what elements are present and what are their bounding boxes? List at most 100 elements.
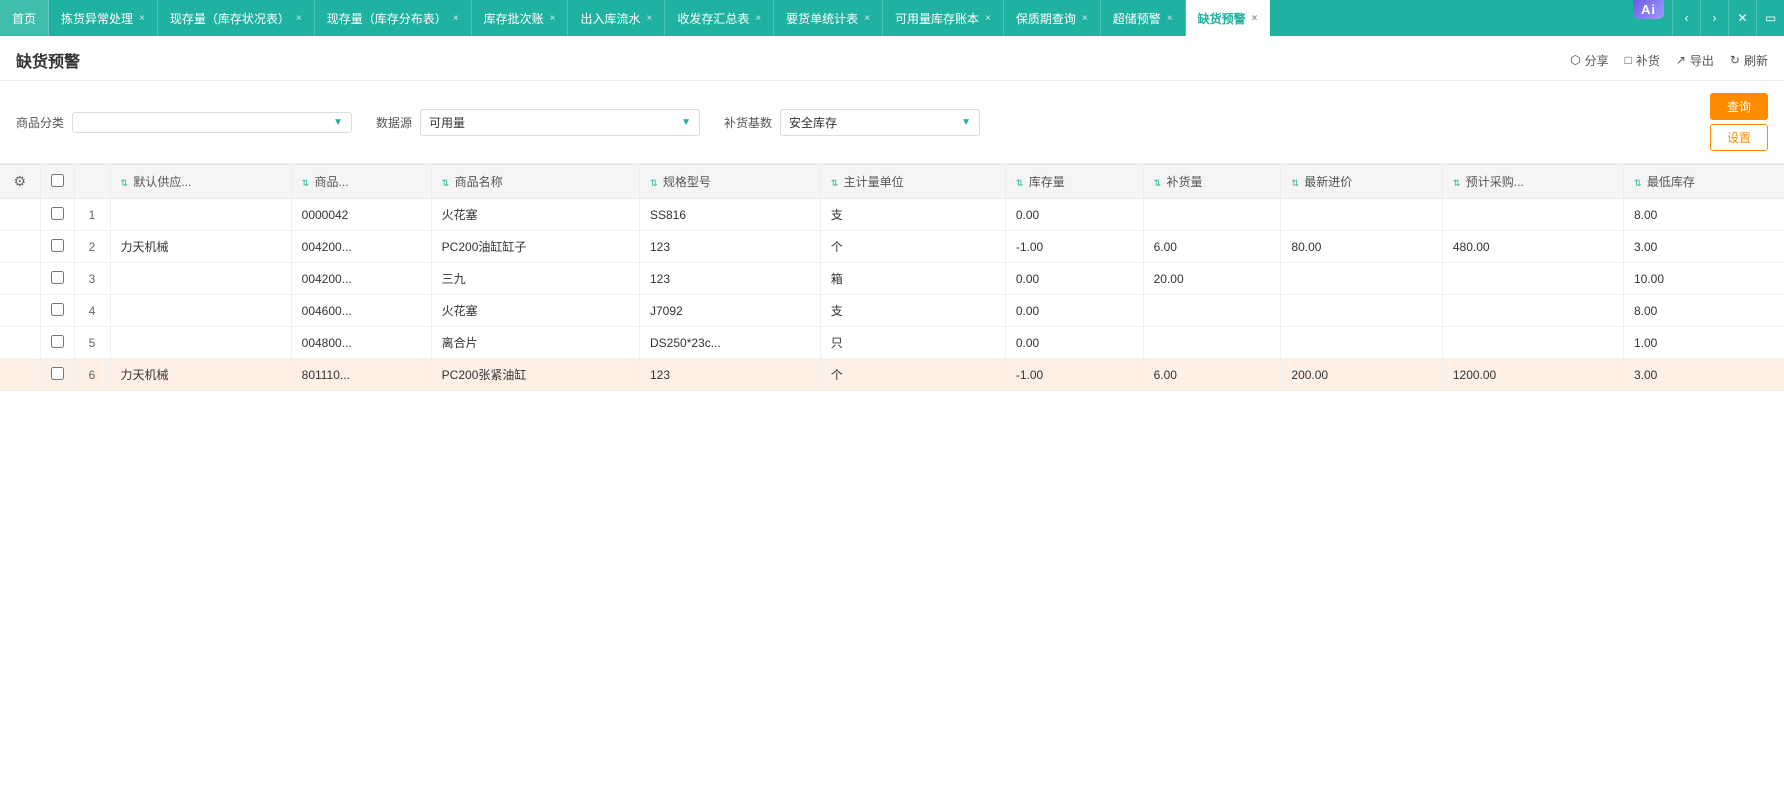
sort-icon-supplier: ⇅ bbox=[121, 178, 129, 188]
row-checkbox-1[interactable] bbox=[51, 239, 64, 252]
datasource-select[interactable]: 可用量 ▼ bbox=[420, 109, 700, 136]
tab-picking[interactable]: 拣货异常处理 × bbox=[49, 0, 158, 36]
row-estimated-purchase: 480.00 bbox=[1442, 231, 1623, 263]
th-settings[interactable]: ⚙ bbox=[0, 165, 40, 199]
row-spec: J7092 bbox=[640, 295, 821, 327]
row-spec: 123 bbox=[640, 263, 821, 295]
row-product-code: 801110... bbox=[291, 359, 431, 391]
tab-overstock[interactable]: 超储预警 × bbox=[1101, 0, 1186, 36]
th-supplement[interactable]: ⇅ 补货量 bbox=[1143, 165, 1281, 199]
tab-close-available[interactable]: × bbox=[985, 13, 991, 24]
tab-close-overstock[interactable]: × bbox=[1167, 13, 1173, 24]
replenishment-label: 补货基数 bbox=[724, 114, 772, 131]
supplement-button[interactable]: □ 补货 bbox=[1625, 52, 1660, 69]
sort-icon-stock: ⇅ bbox=[1016, 178, 1024, 188]
row-product-code: 0000042 bbox=[291, 199, 431, 231]
tab-close-expiry[interactable]: × bbox=[1082, 13, 1088, 24]
row-product-name: 三九 bbox=[431, 263, 639, 295]
th-spec[interactable]: ⇅ 规格型号 bbox=[640, 165, 821, 199]
row-supplement: 6.00 bbox=[1143, 231, 1281, 263]
th-min-stock[interactable]: ⇅ 最低库存 bbox=[1623, 165, 1784, 199]
row-stock: 0.00 bbox=[1005, 295, 1143, 327]
sort-icon-supplement: ⇅ bbox=[1154, 178, 1162, 188]
tab-scroll-right[interactable]: › bbox=[1700, 0, 1728, 36]
ai-badge[interactable]: Ai bbox=[1633, 0, 1664, 19]
tab-summary[interactable]: 收发存汇总表 × bbox=[665, 0, 774, 36]
th-product-name[interactable]: ⇅ 商品名称 bbox=[431, 165, 639, 199]
select-all-checkbox[interactable] bbox=[51, 174, 64, 187]
data-table: ⚙ ⇅ 默认供应... ⇅ 商品... ⇅ bbox=[0, 164, 1784, 391]
tab-maximize[interactable]: ▭ bbox=[1756, 0, 1784, 36]
tab-close-requisition[interactable]: × bbox=[864, 13, 870, 24]
th-product-code[interactable]: ⇅ 商品... bbox=[291, 165, 431, 199]
tab-home[interactable]: 首页 bbox=[0, 0, 49, 36]
export-icon: ↗ bbox=[1676, 53, 1686, 67]
share-button[interactable]: ⬡ 分享 bbox=[1570, 52, 1609, 69]
th-unit[interactable]: ⇅ 主计量单位 bbox=[820, 165, 1005, 199]
sort-icon-price: ⇅ bbox=[1291, 178, 1299, 188]
row-checkbox-3[interactable] bbox=[51, 303, 64, 316]
tab-inout[interactable]: 出入库流水 × bbox=[568, 0, 665, 36]
row-checkbox-2[interactable] bbox=[51, 271, 64, 284]
row-checkbox-5[interactable] bbox=[51, 367, 64, 380]
category-select[interactable]: ▼ bbox=[72, 112, 352, 133]
tab-scroll-left[interactable]: ‹ bbox=[1672, 0, 1700, 36]
row-supplement bbox=[1143, 327, 1281, 359]
row-settings-cell bbox=[0, 231, 40, 263]
filter-bar: 商品分类 ▼ 数据源 可用量 ▼ 补货基数 安全库存 ▼ 查询 设置 bbox=[0, 81, 1784, 164]
row-unit: 支 bbox=[820, 199, 1005, 231]
row-checkbox-cell bbox=[40, 199, 74, 231]
tab-close-stock-dist[interactable]: × bbox=[453, 13, 459, 24]
datasource-filter-group: 数据源 可用量 ▼ bbox=[376, 109, 700, 136]
tab-close-batch[interactable]: × bbox=[550, 13, 556, 24]
th-latest-price[interactable]: ⇅ 最新进价 bbox=[1281, 165, 1442, 199]
supplement-icon: □ bbox=[1625, 53, 1632, 67]
replenishment-arrow-icon: ▼ bbox=[961, 117, 971, 128]
share-icon: ⬡ bbox=[1570, 53, 1580, 67]
replenishment-value: 安全库存 bbox=[789, 114, 837, 131]
row-num: 6 bbox=[74, 359, 110, 391]
settings-button[interactable]: 设置 bbox=[1710, 124, 1768, 151]
row-product-name: 火花塞 bbox=[431, 199, 639, 231]
row-product-code: 004200... bbox=[291, 263, 431, 295]
row-supplier bbox=[110, 199, 291, 231]
tab-expiry[interactable]: 保质期查询 × bbox=[1004, 0, 1101, 36]
export-button[interactable]: ↗ 导出 bbox=[1676, 52, 1714, 69]
page-header: 缺货预警 ⬡ 分享 □ 补货 ↗ 导出 ↻ 刷新 bbox=[0, 36, 1784, 81]
refresh-button[interactable]: ↻ 刷新 bbox=[1730, 52, 1768, 69]
row-latest-price: 80.00 bbox=[1281, 231, 1442, 263]
tab-close-shortage[interactable]: × bbox=[1252, 13, 1258, 24]
th-stock[interactable]: ⇅ 库存量 bbox=[1005, 165, 1143, 199]
row-min-stock: 1.00 bbox=[1623, 327, 1784, 359]
tab-close-inout[interactable]: × bbox=[646, 13, 652, 24]
row-supplement: 6.00 bbox=[1143, 359, 1281, 391]
tab-shortage[interactable]: 缺货预警 × bbox=[1186, 0, 1271, 36]
table-row: 2 力天机械 004200... PC200油缸缸子 123 个 -1.00 6… bbox=[0, 231, 1784, 263]
tab-stock-status[interactable]: 现存量（库存状况表） × bbox=[158, 0, 315, 36]
tab-batch[interactable]: 库存批次账 × bbox=[472, 0, 569, 36]
row-checkbox-0[interactable] bbox=[51, 207, 64, 220]
row-latest-price bbox=[1281, 327, 1442, 359]
query-button[interactable]: 查询 bbox=[1710, 93, 1768, 120]
row-product-code: 004600... bbox=[291, 295, 431, 327]
datasource-arrow-icon: ▼ bbox=[681, 117, 691, 128]
settings-gear-icon[interactable]: ⚙ bbox=[13, 173, 26, 189]
tab-stock-dist[interactable]: 现存量（库存分布表） × bbox=[315, 0, 472, 36]
row-supplier: 力天机械 bbox=[110, 231, 291, 263]
row-checkbox-4[interactable] bbox=[51, 335, 64, 348]
sort-icon-name: ⇅ bbox=[442, 178, 450, 188]
sort-icon-min-stock: ⇅ bbox=[1634, 178, 1642, 188]
table-row: 5 004800... 离合片 DS250*23c... 只 0.00 1.00 bbox=[0, 327, 1784, 359]
tab-requisition[interactable]: 要货单统计表 × bbox=[774, 0, 883, 36]
row-estimated-purchase bbox=[1442, 263, 1623, 295]
tab-available[interactable]: 可用量库存账本 × bbox=[883, 0, 1004, 36]
th-estimated-purchase[interactable]: ⇅ 预计采购... bbox=[1442, 165, 1623, 199]
tab-close-picking[interactable]: × bbox=[139, 13, 145, 24]
th-default-supplier[interactable]: ⇅ 默认供应... bbox=[110, 165, 291, 199]
tab-close-summary[interactable]: × bbox=[755, 13, 761, 24]
tab-close-all[interactable]: ✕ bbox=[1728, 0, 1756, 36]
row-unit: 支 bbox=[820, 295, 1005, 327]
replenishment-select[interactable]: 安全库存 ▼ bbox=[780, 109, 980, 136]
tab-close-stock-status[interactable]: × bbox=[296, 13, 302, 24]
sort-icon-spec: ⇅ bbox=[650, 178, 658, 188]
